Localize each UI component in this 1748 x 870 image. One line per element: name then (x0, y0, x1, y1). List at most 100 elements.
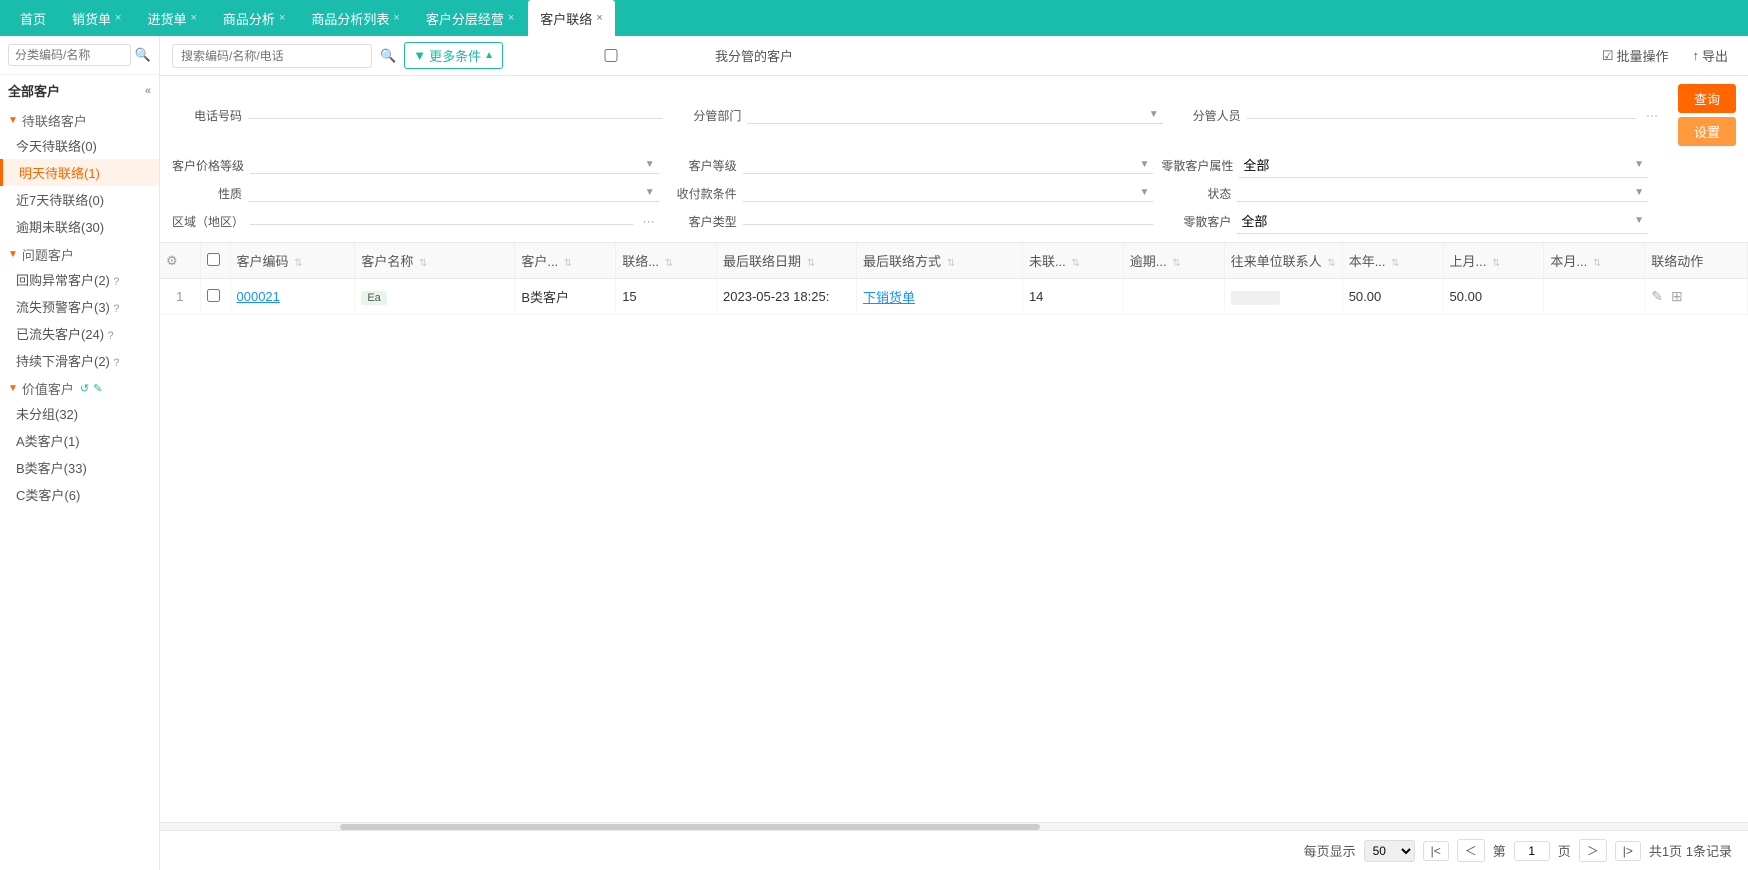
payment-select[interactable]: ▼ (743, 184, 1154, 202)
price-level-select[interactable]: ▼ (250, 156, 659, 174)
retail-attr-label: 零散客户属性 (1161, 157, 1233, 174)
close-icon[interactable]: × (279, 12, 285, 24)
edit-action-icon[interactable]: ✎ (1651, 288, 1663, 305)
cust-level-select[interactable]: ▼ (743, 156, 1154, 174)
select-all-checkbox[interactable] (207, 253, 220, 266)
sort-icon[interactable]: ⇅ (947, 258, 955, 269)
sidebar-item-today[interactable]: 今天待联络(0) (0, 132, 159, 159)
all-customers-header[interactable]: 全部客户 « (0, 75, 159, 106)
dept-select[interactable]: ▼ (747, 106, 1162, 124)
batch-op-button[interactable]: ☑ 批量操作 (1594, 43, 1677, 68)
retail-attr-select[interactable]: 全部 ▼ (1239, 152, 1648, 178)
sort-icon[interactable]: ⇅ (1172, 258, 1180, 269)
sidebar-item-7days[interactable]: 近7天待联络(0) (0, 186, 159, 213)
my-customer-check-input[interactable] (511, 49, 711, 62)
horizontal-scrollbar[interactable] (160, 822, 1748, 830)
ellipsis-button[interactable]: ··· (1642, 108, 1662, 122)
partner-contact-badge (1231, 291, 1280, 305)
dept-filter-cell: 分管部门 ▼ (671, 106, 1162, 124)
sort-icon[interactable]: ⇅ (1391, 258, 1399, 269)
col-seq: ⚙ (160, 243, 200, 279)
customer-code-link[interactable]: 000021 (237, 289, 280, 304)
nature-select[interactable]: ▼ (248, 184, 659, 202)
per-page-select[interactable]: 50 20 100 (1364, 840, 1415, 862)
help-icon[interactable]: ? (113, 357, 119, 369)
last-method-link[interactable]: 下销货单 (863, 290, 915, 305)
search-input[interactable] (172, 44, 372, 68)
row-checkbox[interactable] (207, 289, 220, 302)
help-icon[interactable]: ? (113, 303, 119, 315)
sort-icon[interactable]: ⇅ (1071, 258, 1079, 269)
sidebar-item-churn-warning[interactable]: 流失预警客户(3) ? (0, 293, 159, 320)
refresh-icon[interactable]: ↺ (80, 382, 89, 395)
retail-cust-select[interactable]: 全部 ▼ (1237, 208, 1648, 234)
sidebar-item-abnormal[interactable]: 回购异常客户(2) ? (0, 266, 159, 293)
nav-purchase[interactable]: 进货单 × (135, 0, 208, 36)
more-filter-button[interactable]: ▼ 更多条件 ▲ (404, 42, 503, 69)
sidebar-item-ungrouped[interactable]: 未分组(32) (0, 400, 159, 427)
close-icon[interactable]: × (508, 12, 514, 24)
help-icon[interactable]: ? (113, 276, 119, 288)
nav-customer-contact[interactable]: 客户联络 × (528, 0, 614, 36)
dept-label: 分管部门 (671, 107, 741, 124)
scrollbar-thumb[interactable] (340, 824, 1040, 830)
sort-icon[interactable]: ⇅ (564, 258, 572, 269)
nav-product-analysis[interactable]: 商品分析 × (211, 0, 297, 36)
my-customer-checkbox[interactable]: 我分管的客户 (511, 46, 793, 65)
last-page-button[interactable]: |> (1615, 841, 1641, 861)
close-icon[interactable]: × (190, 12, 196, 24)
sidebar-item-c-class[interactable]: C类客户(6) (0, 481, 159, 508)
sort-icon[interactable]: ⇅ (807, 258, 815, 269)
sort-icon[interactable]: ⇅ (1492, 258, 1500, 269)
query-button[interactable]: 查询 (1678, 84, 1736, 113)
sort-icon[interactable]: ⇅ (1327, 258, 1335, 269)
next-page-button[interactable]: ＞ (1579, 839, 1607, 862)
sidebar-item-overdue[interactable]: 逾期未联络(30) (0, 213, 159, 240)
page-input[interactable] (1514, 841, 1550, 861)
nav-sales[interactable]: 销货单 × (60, 0, 133, 36)
sidebar-search-icon[interactable]: 🔍 (135, 47, 151, 63)
region-input[interactable] (250, 218, 633, 225)
col-last-date: 最后联络日期 ⇅ (717, 243, 857, 279)
close-icon[interactable]: × (596, 12, 602, 24)
cell-name: Ea (355, 279, 515, 315)
sidebar-item-tomorrow[interactable]: 明天待联络(1) (0, 159, 159, 186)
phone-label: 电话号码 (172, 107, 242, 124)
sidebar-item-churned[interactable]: 已流失客户(24) ? (0, 320, 159, 347)
person-input[interactable] (1247, 112, 1636, 119)
grid-action-icon[interactable]: ⊞ (1671, 288, 1683, 305)
top-nav: 首页 销货单 × 进货单 × 商品分析 × 商品分析列表 × 客户分层经营 × … (0, 0, 1748, 36)
sidebar-item-declining[interactable]: 持续下滑客户(2) ? (0, 347, 159, 374)
phone-input[interactable] (248, 112, 663, 119)
price-level-filter-cell: 客户价格等级 ▼ (172, 156, 659, 174)
cust-type-select[interactable] (743, 218, 1154, 225)
sidebar-item-b-class[interactable]: B类客户(33) (0, 454, 159, 481)
col-name: 客户名称 ⇅ (355, 243, 515, 279)
per-page-label: 每页显示 (1304, 841, 1356, 860)
sort-icon[interactable]: ⇅ (419, 258, 427, 269)
nav-home[interactable]: 首页 (8, 0, 58, 36)
sidebar-search-input[interactable] (8, 44, 131, 66)
export-button[interactable]: ↑ 导出 (1684, 43, 1736, 68)
first-page-button[interactable]: |< (1423, 841, 1449, 861)
search-icon[interactable]: 🔍 (380, 48, 396, 64)
gear-icon[interactable]: ⚙ (166, 253, 178, 268)
status-select[interactable]: ▼ (1237, 184, 1648, 202)
help-icon[interactable]: ? (107, 330, 113, 342)
sort-icon[interactable]: ⇅ (294, 258, 302, 269)
triangle-icon: ▼ (8, 115, 18, 126)
sort-icon[interactable]: ⇅ (665, 258, 673, 269)
nav-customer-tier[interactable]: 客户分层经营 × (414, 0, 526, 36)
sort-icon[interactable]: ⇅ (1593, 258, 1601, 269)
sidebar-item-a-class[interactable]: A类客户(1) (0, 427, 159, 454)
total-label: 共1页 1条记录 (1649, 841, 1732, 860)
prev-page-button[interactable]: ＜ (1457, 839, 1485, 862)
export-icon: ↑ (1692, 48, 1699, 63)
ellipsis-button[interactable]: ··· (639, 214, 659, 228)
set-button[interactable]: 设置 (1678, 117, 1736, 146)
col-partner-contact: 往来单位联系人 ⇅ (1224, 243, 1342, 279)
nav-product-analysis-list[interactable]: 商品分析列表 × (299, 0, 411, 36)
close-icon[interactable]: × (393, 12, 399, 24)
close-icon[interactable]: × (115, 12, 121, 24)
edit-icon[interactable]: ✎ (93, 382, 102, 395)
